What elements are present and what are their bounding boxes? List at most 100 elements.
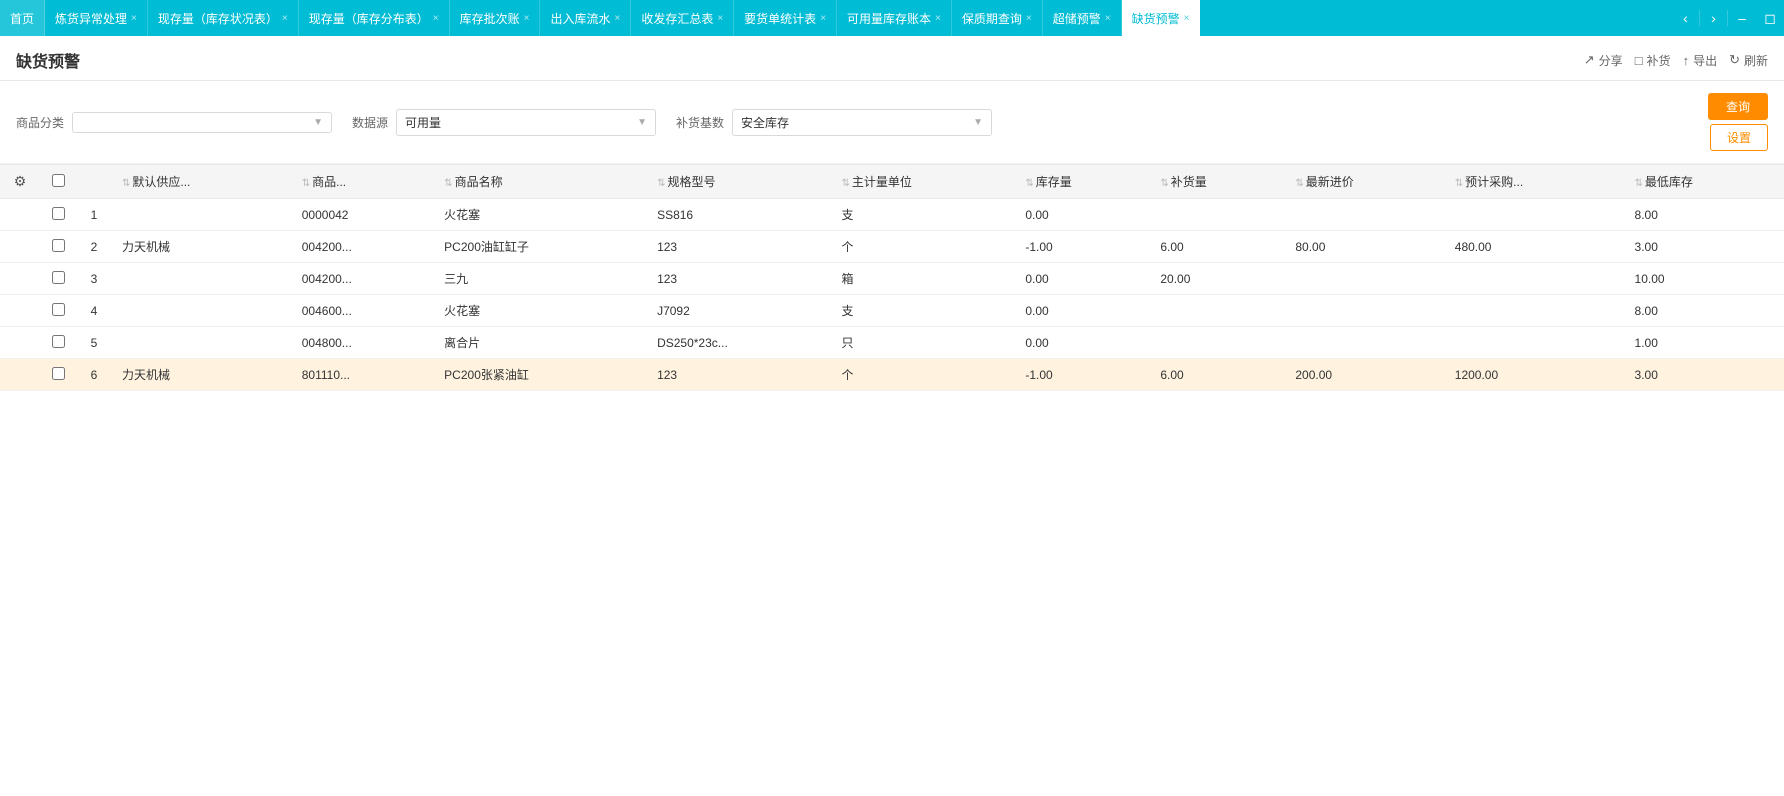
row-gear-5 [0,359,40,391]
nav-tab-close-2[interactable]: × [282,13,288,24]
row-min-stock-1: 3.00 [1625,231,1784,263]
row-stock-1: -1.00 [1015,231,1150,263]
table-row: 10000042火花塞SS816支0.008.00 [0,199,1784,231]
row-checkbox-1[interactable] [52,239,65,252]
nav-tab-close-10[interactable]: × [1105,13,1111,24]
row-product-code-1: 004200... [292,231,434,263]
nav-tab-close-5[interactable]: × [614,13,620,24]
row-checkbox-3[interactable] [52,303,65,316]
nav-tab-10[interactable]: 超储预警× [1043,0,1122,36]
unit-sort-icon: ⇅ [842,178,850,189]
data-table: ⚙ ⇅默认供应... ⇅商品... ⇅商品名称 [0,164,1784,391]
row-checkbox-4[interactable] [52,335,65,348]
nav-tab-7[interactable]: 要货单统计表× [734,0,837,36]
row-supplier-5: 力天机械 [112,359,292,391]
nav-tab-close-11[interactable]: × [1184,13,1190,24]
top-nav: 首页炼货异常处理×现存量（库存状况表）×现存量（库存分布表）×库存批次账×出入库… [0,0,1784,36]
refresh-btn[interactable]: ↻ 刷新 [1729,52,1768,69]
nav-tab-3[interactable]: 现存量（库存分布表）× [299,0,450,36]
row-stock-2: 0.00 [1015,263,1150,295]
col-checkbox-header [40,165,76,199]
gear-icon[interactable]: ⚙ [14,173,27,189]
row-product-name-5: PC200张紧油缸 [434,359,647,391]
col-unit-header[interactable]: ⇅主计量单位 [832,165,1016,199]
category-select[interactable]: ▼ [72,112,332,133]
row-checkbox-0[interactable] [52,207,65,220]
row-checkbox-5[interactable] [52,367,65,380]
row-checkbox-2[interactable] [52,271,65,284]
row-unit-3: 支 [832,295,1016,327]
row-spec-4: DS250*23c... [647,327,831,359]
row-gear-0 [0,199,40,231]
row-unit-1: 个 [832,231,1016,263]
table-row: 6力天机械801110...PC200张紧油缸123个-1.006.00200.… [0,359,1784,391]
nav-tab-4[interactable]: 库存批次账 × [450,0,541,36]
nav-tab-close-7[interactable]: × [820,13,826,24]
latest-price-sort-icon: ⇅ [1295,178,1303,189]
replenish-base-filter-group: 补货基数 安全库存 ▼ [676,109,992,136]
datasource-label: 数据源 [352,114,388,131]
nav-tab-close-9[interactable]: × [1026,13,1032,24]
nav-tab-label-5: 出入库流水 [550,10,610,27]
col-product-code-header[interactable]: ⇅商品... [292,165,434,199]
nav-tab-0[interactable]: 首页 [0,0,45,36]
col-replenish-header[interactable]: ⇅补货量 [1150,165,1285,199]
row-replenish-1: 6.00 [1150,231,1285,263]
nav-tab-label-2: 现存量（库存状况表） [158,10,278,27]
export-btn[interactable]: ↑ 导出 [1683,52,1718,69]
nav-restore-btn[interactable]: ◻ [1756,10,1784,27]
share-btn[interactable]: ↗ 分享 [1584,52,1623,69]
row-latest-price-3 [1285,295,1444,327]
row-checkbox-cell-2 [40,263,76,295]
nav-tab-label-8: 可用量库存账本 [847,10,931,27]
nav-minimize-btn[interactable]: – [1728,10,1756,26]
nav-tab-5[interactable]: 出入库流水 × [540,0,631,36]
col-spec-header[interactable]: ⇅规格型号 [647,165,831,199]
nav-tab-11[interactable]: 缺货预警× [1122,0,1201,36]
replenish-base-select[interactable]: 安全库存 ▼ [732,109,992,136]
row-product-code-5: 801110... [292,359,434,391]
nav-tab-1[interactable]: 炼货异常处理× [45,0,148,36]
nav-tab-label-6: 收发存汇总表 [641,10,713,27]
nav-next-arrow[interactable]: › [1700,10,1728,26]
row-replenish-4 [1150,327,1285,359]
select-all-checkbox[interactable] [52,174,65,187]
nav-tab-8[interactable]: 可用量库存账本 × [837,0,952,36]
nav-prev-arrow[interactable]: ‹ [1672,10,1700,26]
nav-tab-label-4: 库存批次账 [460,10,520,27]
row-estimated-3 [1445,295,1625,327]
row-estimated-0 [1445,199,1625,231]
nav-tab-close-3[interactable]: × [433,13,439,24]
table-row: 3004200...三九123箱0.0020.0010.00 [0,263,1784,295]
col-product-name-header[interactable]: ⇅商品名称 [434,165,647,199]
row-supplier-3 [112,295,292,327]
setting-button[interactable]: 设置 [1710,124,1768,151]
col-min-stock-header[interactable]: ⇅最低库存 [1625,165,1784,199]
row-estimated-1: 480.00 [1445,231,1625,263]
col-latest-price-header[interactable]: ⇅最新进价 [1285,165,1444,199]
spec-sort-icon: ⇅ [657,178,665,189]
nav-tab-9[interactable]: 保质期查询× [952,0,1043,36]
nav-tab-6[interactable]: 收发存汇总表 × [631,0,734,36]
col-estimated-header[interactable]: ⇅预计采购... [1445,165,1625,199]
col-settings-header: ⚙ [0,165,40,199]
col-supplier-header[interactable]: ⇅默认供应... [112,165,292,199]
col-index-header [76,165,112,199]
page-container: 缺货预警 ↗ 分享 □ 补货 ↑ 导出 ↻ 刷新 商品分类 [0,36,1784,796]
nav-tab-close-4[interactable]: × [524,13,530,24]
nav-tab-2[interactable]: 现存量（库存状况表） × [148,0,299,36]
nav-tab-close-6[interactable]: × [717,13,723,24]
replenish-icon: □ [1635,53,1643,68]
nav-tab-label-0: 首页 [10,10,34,27]
query-button[interactable]: 查询 [1708,93,1768,120]
replenish-btn[interactable]: □ 补货 [1635,52,1671,69]
datasource-select[interactable]: 可用量 ▼ [396,109,656,136]
nav-tab-close-8[interactable]: × [935,13,941,24]
col-stock-header[interactable]: ⇅库存量 [1015,165,1150,199]
category-dropdown-icon: ▼ [313,117,323,128]
row-product-code-3: 004600... [292,295,434,327]
nav-tab-close-1[interactable]: × [131,13,137,24]
row-product-name-3: 火花塞 [434,295,647,327]
replenish-sort-icon: ⇅ [1160,178,1168,189]
row-stock-0: 0.00 [1015,199,1150,231]
